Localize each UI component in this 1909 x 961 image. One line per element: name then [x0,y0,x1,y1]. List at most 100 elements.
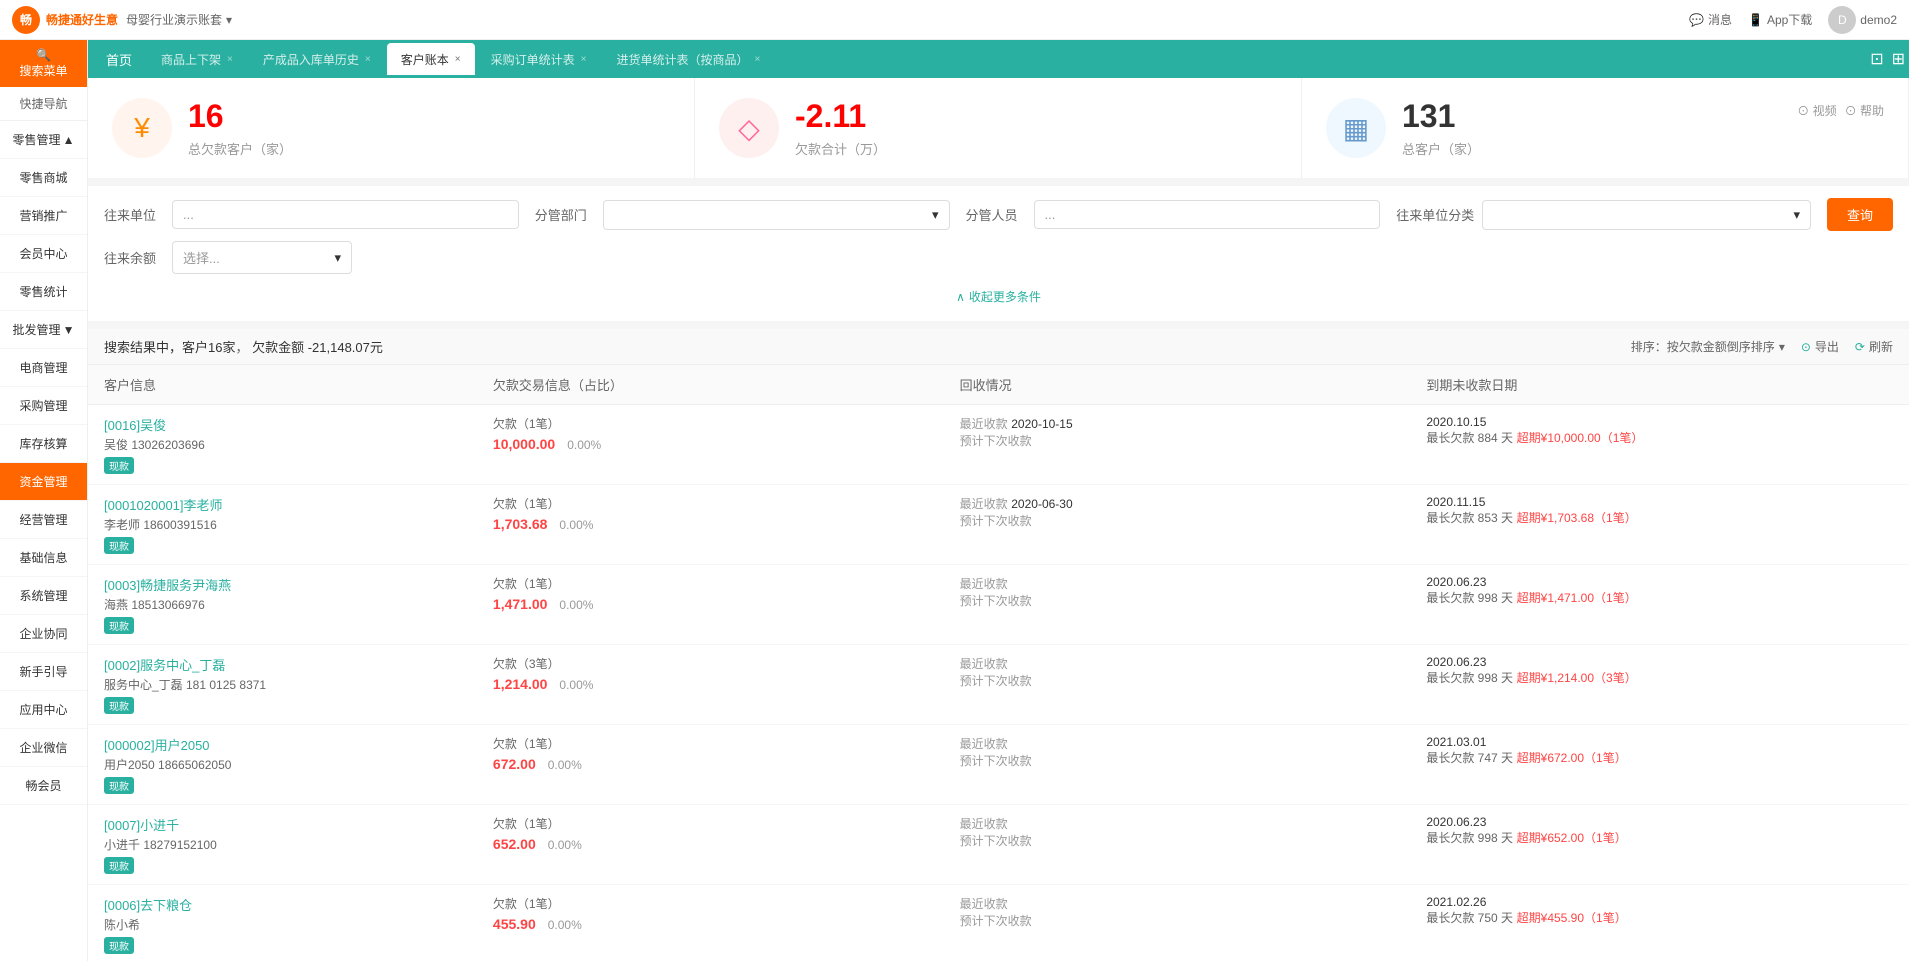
top-bar: 畅 畅捷通好生意 母婴行业演示账套 ▾ 💬 消息 📱 App下载 D demo2 [0,0,1909,40]
stats-bar: ¥ 16 总欠款客户（家） ◇ -2.11 欠款合计（万） ▦ [88,78,1909,178]
tab-products[interactable]: 商品上下架 × [147,43,247,75]
customer-cell-5: [0007]小进千 小进千 18279152100 现款 [104,815,493,874]
sidebar-item-system[interactable]: 系统管理 [0,577,87,615]
customer-name-0[interactable]: [0016]吴俊 [104,415,493,434]
results-actions: 排序：按欠款金额倒序排序 ▾ ⊙ 导出 ⟳ 刷新 [1631,338,1893,355]
tab-goods-stats[interactable]: 进货单统计表（按商品） × [602,43,774,75]
header-debt: 欠款交易信息（占比） [493,375,960,394]
sidebar-item-capital[interactable]: 资金管理 [0,463,87,501]
results-info: 搜索结果中，客户16家， 欠款金额 -21,148.07元 [104,337,383,356]
debt-cell-2: 欠款（1笔） 1,471.00 0.00% [493,575,960,612]
sidebar-item-retail-stats[interactable]: 零售统计 [0,273,87,311]
filter-input-dept[interactable]: ▾ [603,200,950,230]
chevron-down-icon: ▾ [932,207,939,223]
table-row: [0007]小进千 小进千 18279152100 现款 欠款（1笔） 652.… [88,805,1909,885]
message-action[interactable]: 💬 消息 [1689,11,1732,28]
app-download-action[interactable]: 📱 App下载 [1748,11,1812,28]
results-bar: 搜索结果中，客户16家， 欠款金额 -21,148.07元 排序：按欠款金额倒序… [88,329,1909,365]
restore-icon[interactable]: ⊡ [1870,49,1883,69]
customer-cell-4: [000002]用户2050 用户2050 18665062050 现款 [104,735,493,794]
tab-home[interactable]: 首页 [92,50,146,69]
sidebar-item-retail-mgmt[interactable]: 零售管理 ▲ [0,121,87,159]
sidebar-item-inventory[interactable]: 库存核算 [0,425,87,463]
filter-input-unit[interactable]: ... [172,200,519,229]
stat-info-total: 131 总客户（家） [1402,98,1480,158]
store-selector[interactable]: 母婴行业演示账套 ▾ [126,11,232,28]
sidebar-item-guide[interactable]: 新手引导 [0,653,87,691]
video-btn[interactable]: ⊙ 视频 [1797,102,1836,119]
table-row: [0003]畅捷服务尹海燕 海燕 18513066976 现款 欠款（1笔） 1… [88,565,1909,645]
sidebar-item-vip[interactable]: 畅会员 [0,767,87,805]
chevron-up-icon: ∧ [956,290,965,304]
sidebar-item-app-center[interactable]: 应用中心 [0,691,87,729]
top-bar-right: 💬 消息 📱 App下载 D demo2 [1689,6,1897,34]
stat-icon-diamond: ◇ [719,98,779,158]
tab-inventory-history[interactable]: 产成品入库单历史 × [249,43,385,75]
sidebar-item-basic-info[interactable]: 基础信息 [0,539,87,577]
filter-label-person: 分管人员 [966,205,1026,224]
main-content: ¥ 16 总欠款客户（家） ◇ -2.11 欠款合计（万） ▦ [88,78,1909,961]
recovery-cell-3: 最近收款 预计下次收款 [960,655,1427,689]
debt-cell-1: 欠款（1笔） 1,703.68 0.00% [493,495,960,532]
tab-close-customer[interactable]: × [455,54,461,65]
tab-bar: 首页 商品上下架 × 产成品入库单历史 × 客户账本 × 采购订单统计表 × 进… [88,40,1909,78]
tab-close-inventory[interactable]: × [365,54,371,65]
help-btn[interactable]: ⊙ 帮助 [1845,102,1884,119]
chevron-down-icon: ▾ [1779,340,1785,354]
tab-close-products[interactable]: × [227,54,233,65]
refresh-button[interactable]: ⟳ 刷新 [1855,338,1893,355]
stat-card-debt-customers: ¥ 16 总欠款客户（家） [88,78,695,178]
stat-card-total-customers: ▦ 131 总客户（家） ⊙ 视频 ⊙ 帮助 [1302,78,1909,178]
customer-name-5[interactable]: [0007]小进千 [104,815,493,834]
tab-customer-account[interactable]: 客户账本 × [387,43,475,75]
export-icon: ⊙ [1801,340,1811,354]
content-area: 首页 商品上下架 × 产成品入库单历史 × 客户账本 × 采购订单统计表 × 进… [88,40,1909,961]
collapse-row[interactable]: ∧ 收起更多条件 [104,284,1893,309]
sidebar-item-wechat[interactable]: 企业微信 [0,729,87,767]
user-name: demo2 [1860,13,1897,27]
stat-info-amount: -2.11 欠款合计（万） [795,98,886,158]
export-button[interactable]: ⊙ 导出 [1801,338,1839,355]
stat-icon-building: ▦ [1326,98,1386,158]
sidebar-item-wholesale[interactable]: 批发管理 ▼ [0,311,87,349]
tab-close-purchase[interactable]: × [581,54,587,65]
sidebar-item-operations[interactable]: 经营管理 [0,501,87,539]
customer-tag-2: 现款 [104,617,134,634]
customer-name-2[interactable]: [0003]畅捷服务尹海燕 [104,575,493,594]
recovery-cell-6: 最近收款 预计下次收款 [960,895,1427,929]
sidebar-item-ecommerce[interactable]: 电商管理 [0,349,87,387]
refresh-icon: ⟳ [1855,340,1865,354]
tab-purchase-stats[interactable]: 采购订单统计表 × [477,43,601,75]
quick-nav[interactable]: 快捷导航 [0,87,87,121]
filter-input-balance[interactable]: 选择... ▾ [172,241,352,274]
filter-input-person[interactable]: ... [1034,200,1381,229]
expand-icon[interactable]: ⊞ [1892,49,1905,69]
sidebar-item-collaboration[interactable]: 企业协同 [0,615,87,653]
sidebar-item-member[interactable]: 会员中心 [0,235,87,273]
customer-name-3[interactable]: [0002]服务中心_丁磊 [104,655,493,674]
sidebar-item-purchase[interactable]: 采购管理 [0,387,87,425]
filter-input-category[interactable]: ▾ [1482,200,1811,230]
stat-number-total: 131 [1402,98,1480,135]
stat-label-debt-amount: 欠款合计（万） [795,139,886,158]
debt-cell-4: 欠款（1笔） 672.00 0.00% [493,735,960,772]
search-menu[interactable]: 🔍 搜索菜单 [0,40,87,87]
sort-selector[interactable]: 排序：按欠款金额倒序排序 ▾ [1631,338,1785,355]
sidebar-item-marketing[interactable]: 营销推广 [0,197,87,235]
customer-name-6[interactable]: [0006]去下粮仓 [104,895,493,914]
user-action[interactable]: D demo2 [1828,6,1897,34]
collapse-label: 收起更多条件 [969,288,1041,305]
debt-cell-0: 欠款（1笔） 10,000.00 0.00% [493,415,960,452]
customer-name-1[interactable]: [0001020001]李老师 [104,495,493,514]
query-button[interactable]: 查询 [1827,198,1893,231]
app-label: App下载 [1767,11,1812,28]
table-row: [0006]去下粮仓 陈小希 现款 欠款（1笔） 455.90 0.00% 最近… [88,885,1909,961]
table-row: [000002]用户2050 用户2050 18665062050 现款 欠款（… [88,725,1909,805]
customer-name-4[interactable]: [000002]用户2050 [104,735,493,754]
filter-label-balance: 往来余额 [104,248,164,267]
store-name: 母婴行业演示账套 [126,11,222,28]
tab-close-goods[interactable]: × [754,54,760,65]
filter-row-2: 往来余额 选择... ▾ [104,241,1893,274]
sidebar-item-retail-mall[interactable]: 零售商城 [0,159,87,197]
stat-icon-money: ¥ [112,98,172,158]
